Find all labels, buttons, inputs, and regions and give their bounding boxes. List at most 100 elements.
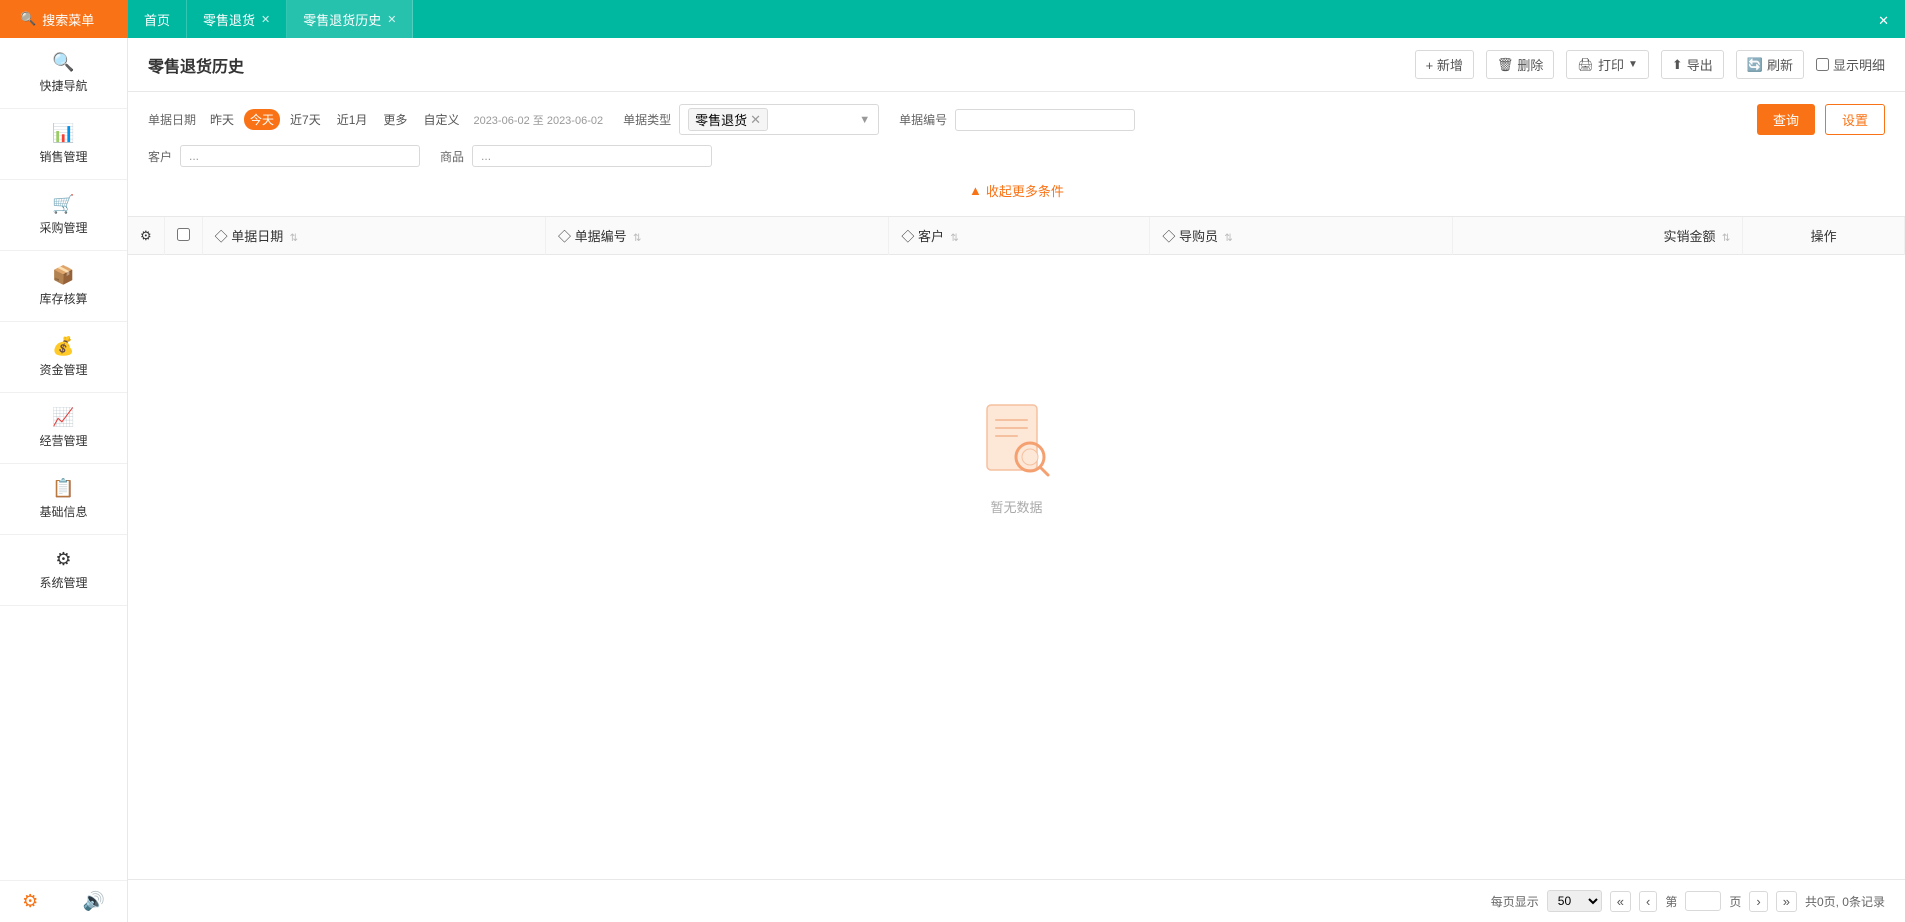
inventory-label: 库存核算 xyxy=(39,290,87,307)
print-button[interactable]: 🖨 打印 ▼ xyxy=(1566,50,1648,79)
filter-area: 单据日期 昨天 今天 近7天 近1月 更多 自定义 2023-06-02 至 2… xyxy=(128,92,1905,217)
per-page-select[interactable]: 10 20 50 100 xyxy=(1547,890,1602,912)
basic-info-label: 基础信息 xyxy=(39,503,87,520)
table-header-row: ⚙ ◇ 单据日期 ⇅ ◇ 单据编号 ⇅ xyxy=(128,217,1905,255)
th-guide: ◇ 导购员 ⇅ xyxy=(1150,217,1452,255)
th-customer: ◇ 客户 ⇅ xyxy=(889,217,1150,255)
tab-retail-return[interactable]: 零售退货 ✕ xyxy=(187,0,287,38)
th-checkbox[interactable] xyxy=(164,217,202,255)
sidebar-item-basic-info[interactable]: 📋 基础信息 xyxy=(0,464,127,535)
collapse-button[interactable]: ▲ 收起更多条件 xyxy=(969,177,1064,204)
basic-info-icon: 📋 xyxy=(52,478,74,499)
date-btn-custom[interactable]: 自定义 xyxy=(417,109,465,130)
page-title: 零售退货历史 xyxy=(148,53,244,77)
empty-text: 暂无数据 xyxy=(990,497,1042,516)
finance-icon: 💰 xyxy=(52,336,74,357)
header-actions: + 新增 🗑 删除 🖨 打印 ▼ ⬆ 导出 🔄 刷新 xyxy=(1415,50,1885,79)
date-btn-1month[interactable]: 近1月 xyxy=(331,109,374,130)
empty-state: 暂无数据 xyxy=(128,255,1905,655)
select-all-checkbox[interactable] xyxy=(177,228,190,241)
sidebar-item-system[interactable]: ⚙ 系统管理 xyxy=(0,535,127,606)
th-date-sort-icon[interactable]: ⇅ xyxy=(290,233,298,244)
th-guide-sort-icon[interactable]: ⇅ xyxy=(1224,233,1232,244)
type-select[interactable]: 零售退货 ✕ ▼ xyxy=(679,104,879,135)
tab-retail-return-history-close[interactable]: ✕ xyxy=(387,13,396,26)
new-button[interactable]: + 新增 xyxy=(1415,50,1474,79)
content-area: 零售退货历史 + 新增 🗑 删除 🖨 打印 ▼ ⬆ 导出 xyxy=(128,38,1905,922)
th-customer-sort-icon[interactable]: ⇅ xyxy=(950,233,958,244)
th-number-sort-icon[interactable]: ⇅ xyxy=(633,233,641,244)
th-amount-sort-icon[interactable]: ⇅ xyxy=(1722,233,1730,244)
quick-nav-label: 快捷导航 xyxy=(39,77,87,94)
search-menu-button[interactable]: 🔍 搜索菜单 xyxy=(0,0,128,38)
first-page-button[interactable]: « xyxy=(1610,891,1631,912)
type-tag: 零售退货 ✕ xyxy=(688,108,768,131)
print-icon: 🖨 xyxy=(1577,57,1594,73)
search-label: 搜索菜单 xyxy=(42,10,94,29)
th-amount: 实销金额 ⇅ xyxy=(1452,217,1743,255)
last-page-button[interactable]: » xyxy=(1776,891,1797,912)
export-button[interactable]: ⬆ 导出 xyxy=(1661,50,1724,79)
goods-filter: 商品 ... xyxy=(440,145,712,167)
prev-page-button[interactable]: ‹ xyxy=(1639,891,1657,912)
date-filter: 单据日期 昨天 今天 近7天 近1月 更多 自定义 2023-06-02 至 2… xyxy=(148,109,603,130)
operations-icon: 📈 xyxy=(52,407,74,428)
sidebar-item-sales[interactable]: 📊 销售管理 xyxy=(0,109,127,180)
number-input[interactable] xyxy=(955,109,1135,131)
customer-filter-label: 客户 xyxy=(148,148,172,165)
inventory-icon: 📦 xyxy=(52,265,74,286)
tab-home[interactable]: 首页 xyxy=(128,0,187,38)
collapse-icon: ▲ xyxy=(969,183,982,198)
tab-retail-return-close[interactable]: ✕ xyxy=(261,13,270,26)
table-area: ⚙ ◇ 单据日期 ⇅ ◇ 单据编号 ⇅ xyxy=(128,217,1905,879)
tab-retail-return-history[interactable]: 零售退货历史 ✕ xyxy=(287,0,413,38)
date-btn-7days[interactable]: 近7天 xyxy=(284,109,327,130)
page-jump-label: 第 xyxy=(1665,893,1677,910)
th-settings[interactable]: ⚙ xyxy=(128,217,164,255)
operations-label: 经营管理 xyxy=(39,432,87,449)
finance-label: 资金管理 xyxy=(39,361,87,378)
sidebar-item-finance[interactable]: 💰 资金管理 xyxy=(0,322,127,393)
show-detail-checkbox-label[interactable]: 显示明细 xyxy=(1816,55,1885,74)
pagination: 每页显示 10 20 50 100 « ‹ 第 1 页 › » 共0页, 0条记… xyxy=(128,879,1905,922)
sidebar: 🔍 快捷导航 📊 销售管理 🛒 采购管理 📦 库存核算 💰 资金管理 📈 经营管… xyxy=(0,38,128,922)
page-suffix-label: 页 xyxy=(1729,893,1741,910)
number-filter: 单据编号 xyxy=(899,109,1135,131)
sidebar-item-quick-nav[interactable]: 🔍 快捷导航 xyxy=(0,38,127,109)
th-customer-label: ◇ xyxy=(901,229,918,244)
show-detail-checkbox[interactable] xyxy=(1816,58,1829,71)
total-text: 共0页, 0条记录 xyxy=(1805,893,1885,910)
window-close-button[interactable]: ✕ xyxy=(1862,9,1905,30)
goods-select[interactable]: ... xyxy=(472,145,712,167)
th-date-label: ◇ xyxy=(215,229,232,244)
date-filter-label: 单据日期 xyxy=(148,111,196,128)
delete-button[interactable]: 🗑 删除 xyxy=(1486,50,1555,79)
date-buttons: 昨天 今天 近7天 近1月 更多 自定义 xyxy=(204,109,465,130)
sidebar-item-operations[interactable]: 📈 经营管理 xyxy=(0,393,127,464)
filter-row-1: 单据日期 昨天 今天 近7天 近1月 更多 自定义 2023-06-02 至 2… xyxy=(148,104,1885,135)
setting-button[interactable]: 设置 xyxy=(1825,104,1885,135)
th-action: 操作 xyxy=(1743,217,1905,255)
per-page-label: 每页显示 xyxy=(1491,893,1539,910)
number-filter-label: 单据编号 xyxy=(899,111,947,128)
date-btn-today[interactable]: 今天 xyxy=(244,109,280,130)
sidebar-item-purchase[interactable]: 🛒 采购管理 xyxy=(0,180,127,251)
audio-icon[interactable]: 🔊 xyxy=(82,891,104,912)
quick-nav-icon: 🔍 xyxy=(52,52,74,73)
page-number-input[interactable]: 1 xyxy=(1685,891,1721,911)
customer-select[interactable]: ... xyxy=(180,145,420,167)
date-btn-more[interactable]: 更多 xyxy=(377,109,413,130)
purchase-label: 采购管理 xyxy=(39,219,87,236)
query-button[interactable]: 查询 xyxy=(1757,104,1815,135)
top-bar: 🔍 搜索菜单 首页 零售退货 ✕ 零售退货历史 ✕ ✕ xyxy=(0,0,1905,38)
next-page-button[interactable]: › xyxy=(1749,891,1767,912)
page-header: 零售退货历史 + 新增 🗑 删除 🖨 打印 ▼ ⬆ 导出 xyxy=(128,38,1905,92)
refresh-button[interactable]: 🔄 刷新 xyxy=(1736,50,1804,79)
type-tag-remove[interactable]: ✕ xyxy=(750,112,761,128)
date-btn-yesterday[interactable]: 昨天 xyxy=(204,109,240,130)
settings-bottom-icon[interactable]: ⚙ xyxy=(22,891,38,912)
print-dropdown-icon: ▼ xyxy=(1628,59,1638,70)
th-number-label: ◇ xyxy=(558,229,575,244)
sidebar-item-inventory[interactable]: 📦 库存核算 xyxy=(0,251,127,322)
main-layout: 🔍 快捷导航 📊 销售管理 🛒 采购管理 📦 库存核算 💰 资金管理 📈 经营管… xyxy=(0,38,1905,922)
